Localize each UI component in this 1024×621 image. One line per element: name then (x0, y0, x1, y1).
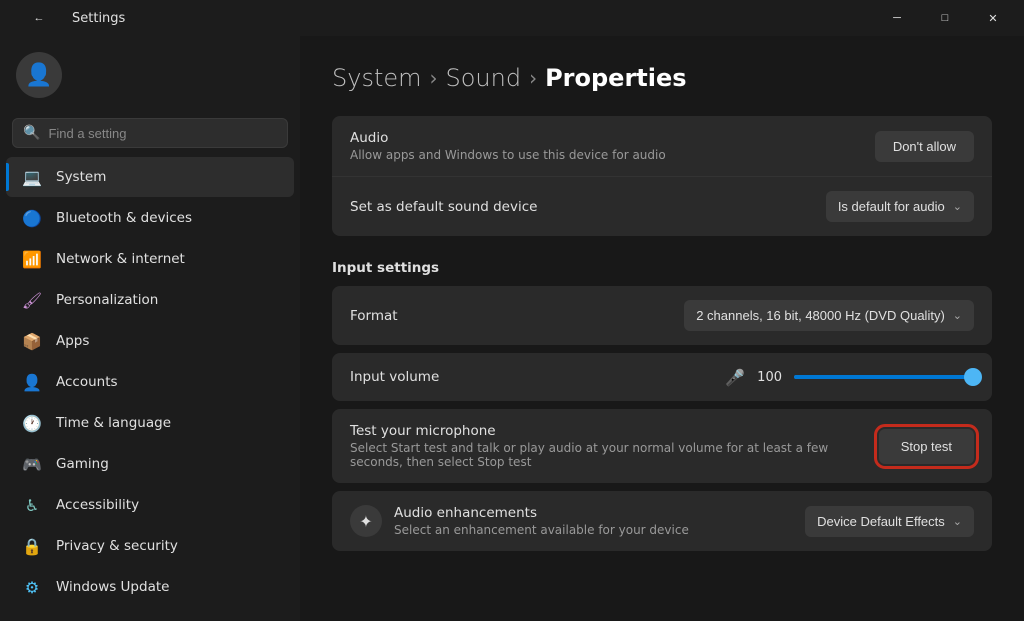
main-content: System › Sound › Properties Audio Allow … (300, 36, 1024, 621)
volume-value: 100 (757, 370, 782, 385)
default-label: Set as default sound device (350, 199, 537, 215)
app-title: Settings (72, 11, 125, 26)
slider-track (794, 375, 974, 379)
personalization-icon: 🖌 (22, 290, 42, 310)
accounts-label: Accounts (56, 374, 118, 390)
privacy-icon: 🔒 (22, 536, 42, 556)
network-icon: 📶 (22, 249, 42, 269)
bluetooth-label: Bluetooth & devices (56, 210, 192, 226)
audio-text: Audio Allow apps and Windows to use this… (350, 130, 666, 162)
default-dropdown[interactable]: Is default for audio ⌄ (826, 191, 974, 222)
search-box[interactable]: 🔍 (12, 118, 288, 148)
close-button[interactable]: ✕ (970, 2, 1016, 34)
audio-sublabel: Allow apps and Windows to use this devic… (350, 148, 666, 162)
enhance-left: ✦ Audio enhancements Select an enhanceme… (350, 505, 689, 537)
minimize-button[interactable]: ─ (874, 2, 920, 34)
format-row: Format 2 channels, 16 bit, 48000 Hz (DVD… (332, 286, 992, 345)
enhancements-dropdown-label: Device Default Effects (817, 514, 945, 529)
accessibility-icon: ♿ (22, 495, 42, 515)
volume-row: Input volume 🎤 100 (332, 353, 992, 401)
accessibility-label: Accessibility (56, 497, 139, 513)
slider-fill (794, 375, 974, 379)
sidebar-item-accounts[interactable]: 👤 Accounts (6, 362, 294, 402)
dont-allow-button[interactable]: Don't allow (875, 131, 974, 162)
user-icon: 👤 (25, 63, 52, 88)
nav-container: 💻 System 🔵 Bluetooth & devices 📶 Network… (0, 156, 300, 608)
gaming-label: Gaming (56, 456, 109, 472)
sidebar-profile: 👤 (0, 40, 300, 110)
volume-label: Input volume (350, 369, 439, 385)
windows-label: Windows Update (56, 579, 169, 595)
breadcrumb-system: System (332, 64, 422, 92)
format-card: Format 2 channels, 16 bit, 48000 Hz (DVD… (332, 286, 992, 345)
network-label: Network & internet (56, 251, 185, 267)
breadcrumb-properties: Properties (545, 64, 686, 92)
search-input[interactable] (48, 126, 277, 141)
window-controls: ─ □ ✕ (874, 2, 1016, 34)
gaming-icon: 🎮 (22, 454, 42, 474)
titlebar-left: ← Settings (16, 2, 125, 34)
sidebar-item-network[interactable]: 📶 Network & internet (6, 239, 294, 279)
sidebar-item-gaming[interactable]: 🎮 Gaming (6, 444, 294, 484)
system-icon: 💻 (22, 167, 42, 187)
sidebar-item-system[interactable]: 💻 System (6, 157, 294, 197)
input-settings-heading: Input settings (332, 244, 992, 286)
personalization-label: Personalization (56, 292, 158, 308)
mic-icon: 🎤 (725, 368, 745, 387)
test-mic-text: Test your microphone Select Start test a… (350, 423, 830, 469)
app-body: 👤 🔍 💻 System 🔵 Bluetooth & devices 📶 Net… (0, 36, 1024, 621)
sidebar-item-privacy[interactable]: 🔒 Privacy & security (6, 526, 294, 566)
search-icon: 🔍 (23, 125, 40, 141)
windows-icon: ⚙ (22, 577, 42, 597)
system-label: System (56, 169, 106, 185)
enhance-text: Audio enhancements Select an enhancement… (394, 505, 689, 537)
volume-card: Input volume 🎤 100 (332, 353, 992, 401)
default-dropdown-label: Is default for audio (838, 199, 945, 214)
test-microphone-card: Test your microphone Select Start test a… (332, 409, 992, 483)
slider-thumb[interactable] (964, 368, 982, 386)
enhance-sublabel: Select an enhancement available for your… (394, 523, 689, 537)
breadcrumb-sound: Sound (446, 64, 522, 92)
maximize-button[interactable]: □ (922, 2, 968, 34)
time-label: Time & language (56, 415, 171, 431)
enhance-icon: ✦ (350, 505, 382, 537)
audio-card: Audio Allow apps and Windows to use this… (332, 116, 992, 236)
volume-slider[interactable] (794, 367, 974, 387)
apps-label: Apps (56, 333, 89, 349)
titlebar: ← Settings ─ □ ✕ (0, 0, 1024, 36)
enhance-label: Audio enhancements (394, 505, 689, 521)
time-icon: 🕐 (22, 413, 42, 433)
stop-test-button[interactable]: Stop test (879, 429, 974, 464)
test-mic-label: Test your microphone (350, 423, 830, 439)
accounts-icon: 👤 (22, 372, 42, 392)
volume-controls: 🎤 100 (439, 367, 974, 387)
back-button[interactable]: ← (16, 2, 62, 34)
format-dropdown-arrow: ⌄ (953, 309, 962, 322)
audio-label: Audio (350, 130, 666, 146)
default-row: Set as default sound device Is default f… (332, 176, 992, 236)
enhancements-dropdown[interactable]: Device Default Effects ⌄ (805, 506, 974, 537)
enhancements-dropdown-arrow: ⌄ (953, 515, 962, 528)
sidebar-item-personalization[interactable]: 🖌 Personalization (6, 280, 294, 320)
format-label: Format (350, 308, 398, 324)
sidebar-item-bluetooth[interactable]: 🔵 Bluetooth & devices (6, 198, 294, 238)
avatar: 👤 (16, 52, 62, 98)
sidebar-item-accessibility[interactable]: ♿ Accessibility (6, 485, 294, 525)
sidebar-item-time[interactable]: 🕐 Time & language (6, 403, 294, 443)
format-dropdown-label: 2 channels, 16 bit, 48000 Hz (DVD Qualit… (696, 308, 945, 323)
test-mic-sublabel: Select Start test and talk or play audio… (350, 441, 830, 469)
audio-row: Audio Allow apps and Windows to use this… (332, 116, 992, 176)
sidebar-item-apps[interactable]: 📦 Apps (6, 321, 294, 361)
bluetooth-icon: 🔵 (22, 208, 42, 228)
privacy-label: Privacy & security (56, 538, 178, 554)
default-dropdown-arrow: ⌄ (953, 200, 962, 213)
format-dropdown[interactable]: 2 channels, 16 bit, 48000 Hz (DVD Qualit… (684, 300, 974, 331)
sidebar: 👤 🔍 💻 System 🔵 Bluetooth & devices 📶 Net… (0, 36, 300, 621)
audio-enhancements-card: ✦ Audio enhancements Select an enhanceme… (332, 491, 992, 551)
breadcrumb: System › Sound › Properties (332, 64, 992, 92)
breadcrumb-sep-1: › (430, 66, 438, 90)
apps-icon: 📦 (22, 331, 42, 351)
breadcrumb-sep-2: › (529, 66, 537, 90)
sidebar-item-windows[interactable]: ⚙ Windows Update (6, 567, 294, 607)
